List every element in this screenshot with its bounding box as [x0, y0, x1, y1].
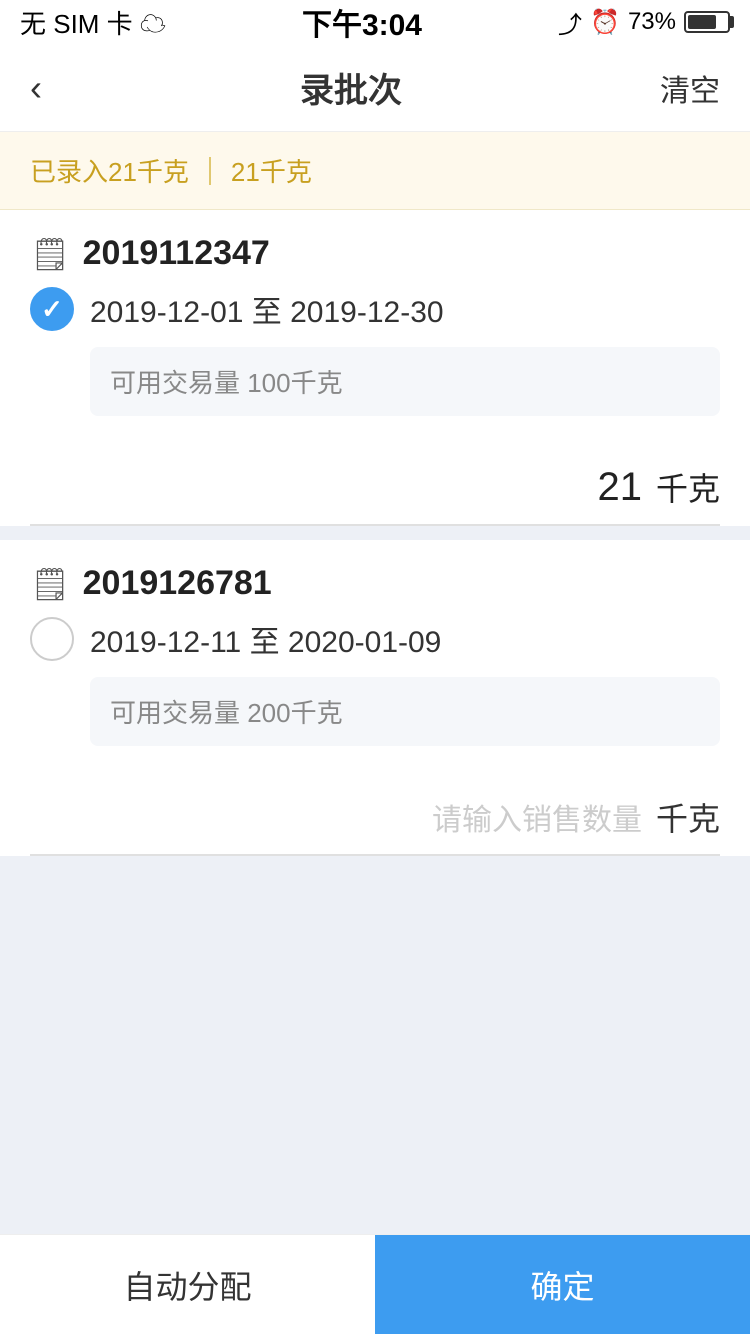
page-title: 录批次 — [300, 63, 402, 112]
bottom-gray-area — [0, 856, 750, 1286]
auto-distribute-button[interactable]: 自动分配 — [0, 1235, 375, 1334]
batch1-row: 2019-12-01 至 2019-12-30 — [30, 287, 720, 331]
location-icon: ⤴ — [558, 5, 582, 40]
recorded-amount: 已录入21千克 — [30, 152, 189, 189]
batch1-radio[interactable] — [30, 287, 74, 331]
batch1-header: 🗒 2019112347 — [30, 234, 720, 273]
status-left: 无 SIM 卡 ☁ — [20, 4, 166, 41]
batch2-avail: 可用交易量 200千克 — [90, 677, 720, 746]
batch2-input-placeholder: 请输入销售数量 — [432, 795, 642, 839]
batch2-row: 2019-12-11 至 2020-01-09 — [30, 617, 720, 661]
banner-divider — [209, 157, 211, 185]
batch2-input-unit: 千克 — [656, 794, 720, 840]
batch1-quantity-row: 21 千克 — [0, 440, 750, 510]
batch1-quantity-value: 21 — [597, 465, 642, 510]
batch1-avail: 可用交易量 100千克 — [90, 347, 720, 416]
alarm-icon: ⏰ — [590, 8, 620, 37]
batch2-input-row: 请输入销售数量 千克 — [0, 770, 750, 840]
batch1-icon: 🗒 — [30, 235, 71, 273]
batch1-number: 2019112347 — [83, 234, 270, 273]
bottom-bar: 自动分配 确定 — [0, 1234, 750, 1334]
info-banner: 已录入21千克 21千克 — [0, 132, 750, 210]
section-divider — [0, 526, 750, 540]
confirm-button[interactable]: 确定 — [375, 1235, 750, 1334]
batch1-avail-wrapper: 可用交易量 100千克 — [0, 347, 750, 440]
battery-text: 73% — [628, 8, 676, 36]
batch2-avail-wrapper: 可用交易量 200千克 — [0, 677, 750, 770]
sim-text: 无 SIM 卡 ☁ — [20, 4, 166, 41]
nav-bar: ‹ 录批次 清空 — [0, 44, 750, 132]
back-button[interactable]: ‹ — [30, 67, 42, 109]
batch2-date: 2019-12-11 至 2020-01-09 — [90, 617, 441, 661]
status-time: 下午3:04 — [302, 0, 422, 44]
batch2-radio[interactable] — [30, 617, 74, 661]
batch1-item: 🗒 2019112347 2019-12-01 至 2019-12-30 — [0, 210, 750, 331]
batch2-number: 2019126781 — [83, 564, 272, 603]
batch2-header: 🗒 2019126781 — [30, 564, 720, 603]
clear-button[interactable]: 清空 — [660, 66, 720, 110]
batch1-date: 2019-12-01 至 2019-12-30 — [90, 287, 444, 331]
batch1-section: 🗒 2019112347 2019-12-01 至 2019-12-30 可用交… — [0, 210, 750, 526]
batch2-item: 🗒 2019126781 2019-12-11 至 2020-01-09 — [0, 540, 750, 661]
batch2-section: 🗒 2019126781 2019-12-11 至 2020-01-09 可用交… — [0, 540, 750, 856]
status-right: ⤴ ⏰ 73% — [558, 5, 730, 40]
battery-icon — [684, 11, 730, 33]
batch2-icon: 🗒 — [30, 565, 71, 603]
total-amount: 21千克 — [231, 152, 312, 189]
status-bar: 无 SIM 卡 ☁ 下午3:04 ⤴ ⏰ 73% — [0, 0, 750, 44]
batch1-quantity-unit: 千克 — [656, 464, 720, 510]
